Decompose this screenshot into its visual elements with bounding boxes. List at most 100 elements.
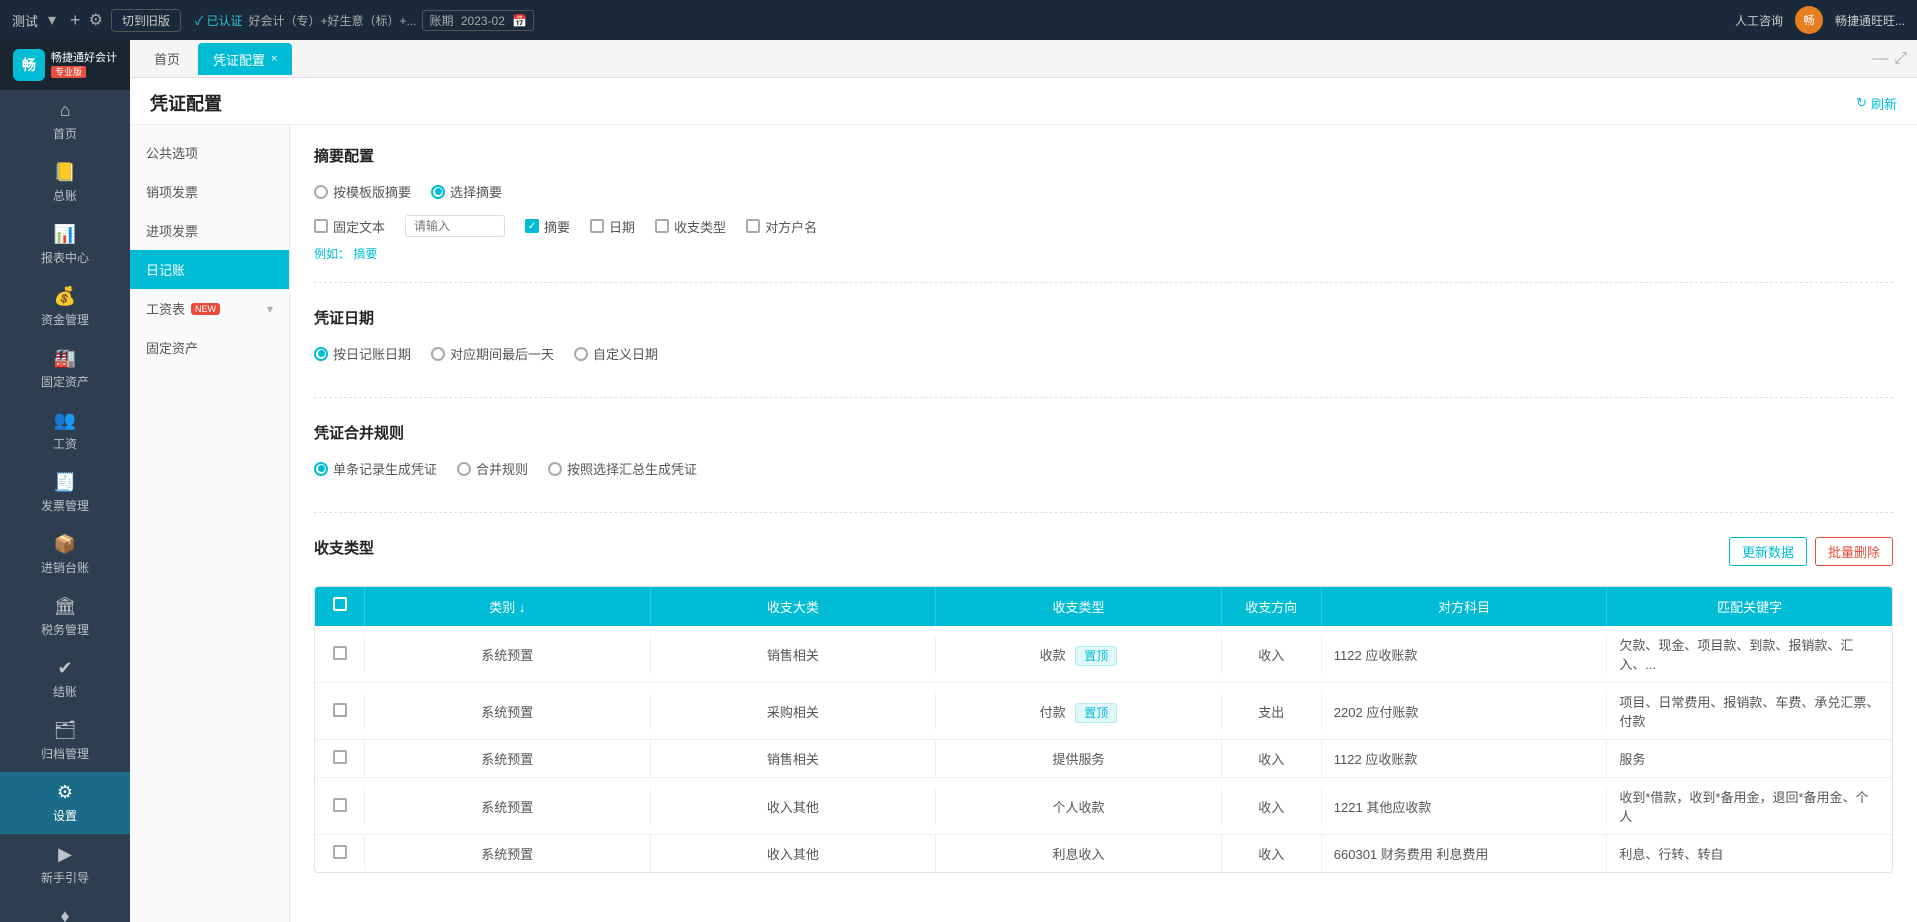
sidebar-item-label: 工资	[53, 435, 77, 452]
row1-account: 2202 应付账款	[1322, 693, 1608, 730]
row1-main-type: 采购相关	[651, 693, 937, 730]
row4-checkbox[interactable]	[315, 836, 365, 871]
sidebar-item-salary[interactable]: 👥 工资	[0, 400, 130, 462]
sidebar-item-fixed-assets[interactable]: 🏭 固定资产	[0, 338, 130, 400]
sidebar-item-tax[interactable]: 🏛 税务管理	[0, 586, 130, 648]
tags-text: 好会计（专）+好生意（标）+...	[248, 12, 416, 29]
col-main-type: 收支大类	[651, 587, 937, 626]
row3-checkbox[interactable]	[315, 789, 365, 824]
col-category[interactable]: 类别 ↓	[365, 587, 651, 626]
summary-checkbox-row: 固定文本 ✓ 摘要 日期	[314, 215, 1893, 237]
sidebar-menu: ⌂ 首页 📒 总账 📊 报表中心 💰 资金管理 🏭 固定资产 👥 工资	[0, 90, 130, 922]
radio-choose[interactable]: 选择摘要	[431, 182, 502, 201]
sidebar-item-ledger[interactable]: 📒 总账	[0, 152, 130, 214]
new-badge: NEW	[191, 303, 220, 315]
logo-text: 畅捷通好会计 专业版	[51, 51, 117, 80]
sidebar-item-archive[interactable]: 🗂 归档管理	[0, 710, 130, 772]
row2-sub-type: 提供服务	[936, 740, 1222, 777]
voucher-date-title: 凭证日期	[314, 307, 1893, 328]
fixed-text-checkbox	[314, 219, 328, 233]
row1-reset-tag[interactable]: 置顶	[1075, 703, 1117, 723]
sidebar-item-home[interactable]: ⌂ 首页	[0, 90, 130, 152]
row0-reset-tag[interactable]: 置顶	[1075, 646, 1117, 666]
left-nav-salary-table[interactable]: 工资表 NEW ▾	[130, 289, 289, 328]
inner-layout: 公共选项 销项发票 进项发票 日记账 工资表 NEW ▾	[130, 125, 1917, 922]
checkbox-type[interactable]: 收支类型	[655, 217, 726, 236]
sidebar: 畅 畅捷通好会计 专业版 ⌂ 首页 📒 总账 📊 报表中心 💰 资金管理	[0, 40, 130, 922]
summary-config-title: 摘要配置	[314, 145, 1893, 166]
left-nav-sales-invoice[interactable]: 销项发票	[130, 172, 289, 211]
col-direction: 收支方向	[1222, 587, 1322, 626]
top-bar: 测试 ▾ + ⚙ 切到旧版 ✓ 已认证 好会计（专）+好生意（标）+... 账期…	[0, 0, 1917, 40]
left-nav-journal[interactable]: 日记账	[130, 250, 289, 289]
radio-custom-date[interactable]: 自定义日期	[574, 344, 658, 363]
add-button[interactable]: +	[70, 10, 81, 31]
tab-home[interactable]: 首页	[140, 43, 194, 74]
sidebar-item-fund[interactable]: 💰 资金管理	[0, 276, 130, 338]
sidebar-item-member[interactable]: ♦ 畅会员	[0, 896, 130, 922]
voucher-merge-radio-group: 单条记录生成凭证 合并规则 按照选择汇总生成凭证	[314, 459, 1893, 478]
tab-bar: 首页 凭证配置 × — ⤢	[130, 40, 1917, 78]
tab-close-button[interactable]: ×	[271, 53, 277, 65]
top-bar-dropdown[interactable]: ▾	[48, 10, 56, 30]
sidebar-item-label: 归档管理	[41, 745, 89, 762]
sidebar-item-report[interactable]: 📊 报表中心	[0, 214, 130, 276]
left-nav-fixed-assets[interactable]: 固定资产	[130, 328, 289, 367]
radio-single[interactable]: 单条记录生成凭证	[314, 459, 437, 478]
sidebar-item-label: 设置	[53, 807, 77, 824]
batch-delete-button[interactable]: 批量删除	[1815, 537, 1893, 566]
certified-tag: ✓ 已认证	[195, 12, 243, 29]
radio-template[interactable]: 按模板版摘要	[314, 182, 411, 201]
checkbox-counterpart[interactable]: 对方户名	[746, 217, 817, 236]
checkbox-fixed-text[interactable]: 固定文本	[314, 217, 385, 236]
sidebar-item-label: 结账	[53, 683, 77, 700]
page-title: 凭证配置	[150, 90, 222, 116]
fund-icon: 💰	[54, 286, 76, 307]
radio-journal-date[interactable]: 按日记账日期	[314, 344, 411, 363]
row1-sub-type: 付款 置顶	[936, 693, 1222, 730]
sidebar-item-settle[interactable]: ✔ 结账	[0, 648, 130, 710]
tab-minimize-button[interactable]: —	[1872, 50, 1888, 68]
user-avatar[interactable]: 畅	[1795, 6, 1823, 34]
tab-voucher-config[interactable]: 凭证配置 ×	[198, 43, 292, 75]
radio-period-last-circle	[431, 347, 445, 361]
col-checkbox[interactable]	[315, 587, 365, 626]
tab-maximize-button[interactable]: ⤢	[1894, 50, 1907, 68]
row3-sub-type: 个人收款	[936, 788, 1222, 825]
consult-label[interactable]: 人工咨询	[1735, 12, 1783, 29]
radio-period-last[interactable]: 对应期间最后一天	[431, 344, 554, 363]
sidebar-item-purchase[interactable]: 📦 进销台账	[0, 524, 130, 586]
row3-category: 系统预置	[365, 788, 651, 825]
row2-direction: 收入	[1222, 740, 1322, 777]
row2-checkbox[interactable]	[315, 741, 365, 776]
left-nav-purchase-invoice[interactable]: 进项发票	[130, 211, 289, 250]
old-version-button[interactable]: 切到旧版	[111, 9, 181, 32]
sidebar-item-settings[interactable]: ⚙ 设置	[0, 772, 130, 834]
row4-keyword: 利息、行转、转自	[1607, 835, 1892, 872]
update-data-button[interactable]: 更新数据	[1729, 537, 1807, 566]
refresh-button[interactable]: ↻ 刷新	[1856, 94, 1897, 113]
checkbox-summary[interactable]: ✓ 摘要	[525, 217, 570, 236]
main-layout: 畅 畅捷通好会计 专业版 ⌂ 首页 📒 总账 📊 报表中心 💰 资金管理	[0, 40, 1917, 922]
sidebar-item-invoice[interactable]: 🧾 发票管理	[0, 462, 130, 524]
table-row: 系统预置 收入其他 个人收款 收入 1221 其他应收款 收到*借款，收到*备用…	[315, 778, 1892, 835]
sidebar-item-guide[interactable]: ▶ 新手引导	[0, 834, 130, 896]
row4-main-type: 收入其他	[651, 835, 937, 872]
table-header: 类别 ↓ 收支大类 收支类型 收支方向 对方科目 匹配关键字	[315, 587, 1892, 626]
summary-radio-group: 按模板版摘要 选择摘要	[314, 182, 1893, 201]
content-area: 首页 凭证配置 × — ⤢ 凭证配置 ↻ 刷新	[130, 40, 1917, 922]
radio-select-total-circle	[548, 462, 562, 476]
col-account: 对方科目	[1322, 587, 1608, 626]
fixed-text-input[interactable]	[405, 215, 505, 237]
salary-icon: 👥	[54, 410, 76, 431]
settings-gear-button[interactable]: ⚙	[89, 10, 103, 30]
row3-keyword: 收到*借款，收到*备用金，退回*备用金、个人	[1607, 778, 1892, 834]
radio-merge[interactable]: 合并规则	[457, 459, 528, 478]
row0-checkbox[interactable]	[315, 637, 365, 672]
tab-active-label: 凭证配置	[213, 50, 265, 69]
radio-select-total[interactable]: 按照选择汇总生成凭证	[548, 459, 697, 478]
row4-account: 660301 财务费用 利息费用	[1322, 835, 1608, 872]
checkbox-date[interactable]: 日期	[590, 217, 635, 236]
left-nav-public[interactable]: 公共选项	[130, 133, 289, 172]
row1-checkbox[interactable]	[315, 694, 365, 729]
